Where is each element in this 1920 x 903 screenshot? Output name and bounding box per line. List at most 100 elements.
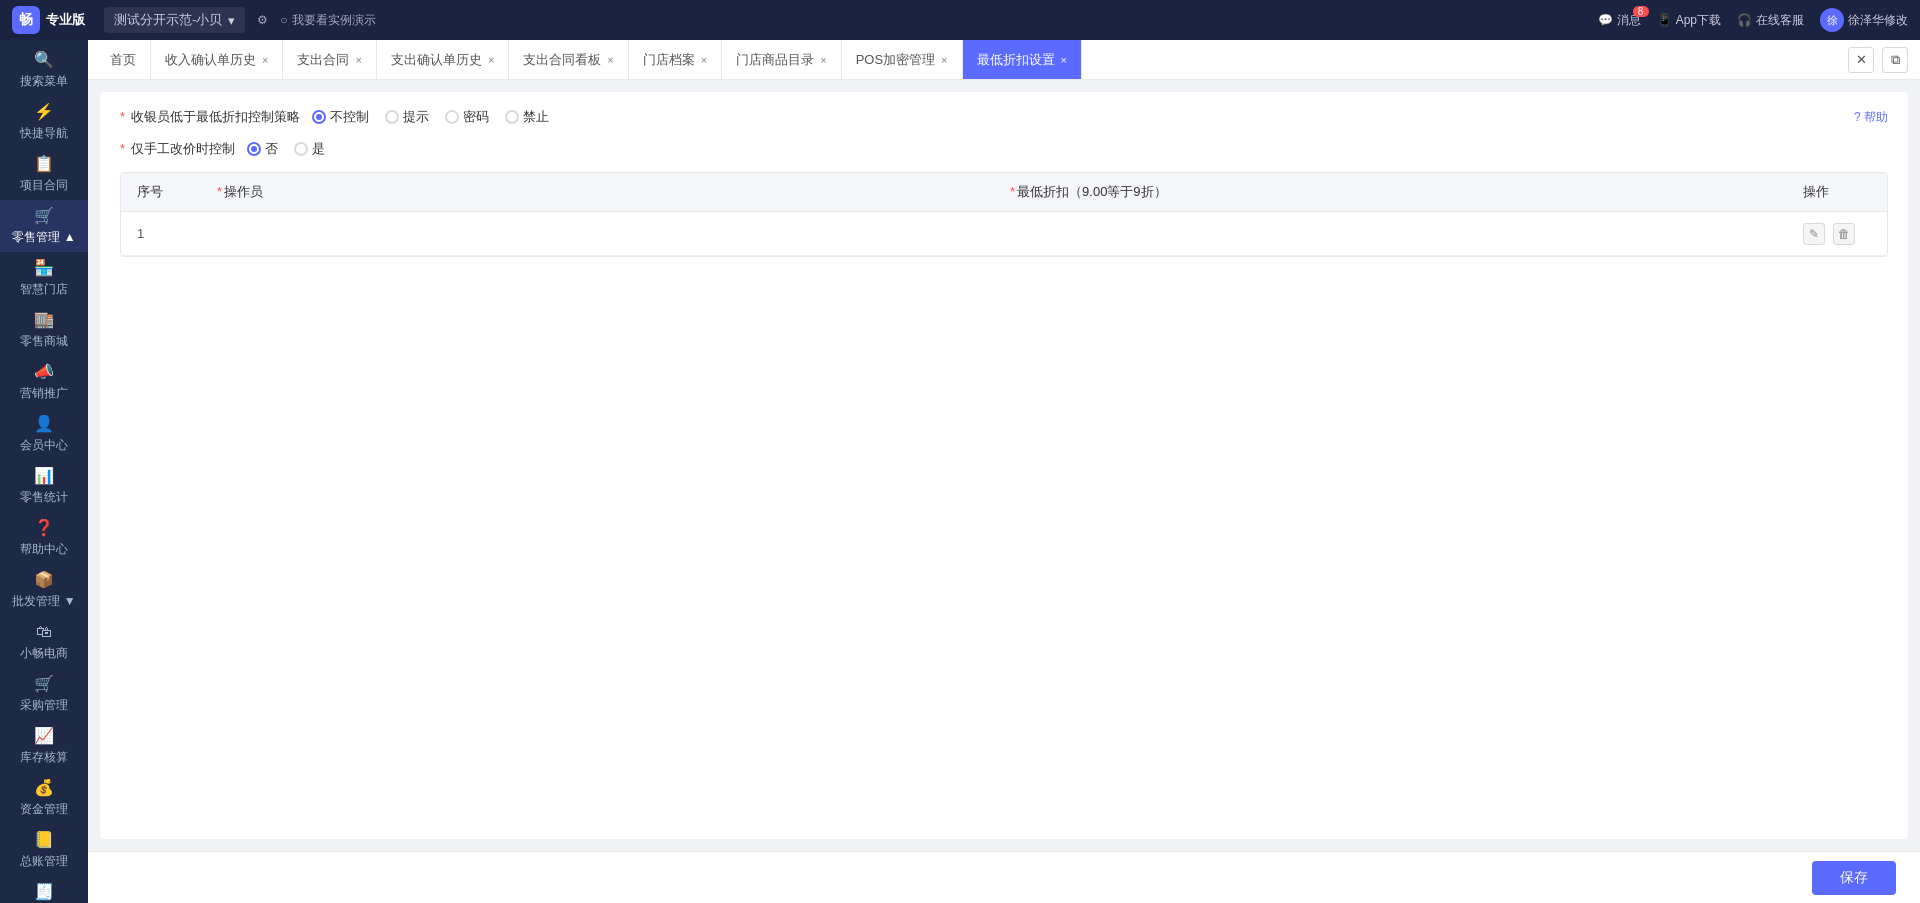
sidebar-item-retail[interactable]: 🛒 零售管理 ▲ [0, 200, 88, 252]
radio-btn-manual-no[interactable] [247, 142, 261, 156]
radio-btn-hint[interactable] [385, 110, 399, 124]
project-selector[interactable]: 测试分开示范-小贝 ▾ [104, 7, 245, 33]
delete-button[interactable]: 🗑 [1833, 223, 1855, 245]
tab-pos-encryption[interactable]: POS加密管理 × [842, 40, 963, 80]
statistics-icon: 📊 [34, 466, 54, 485]
help-icon: ❓ [34, 518, 54, 537]
sidebar-item-mall[interactable]: 🏬 零售商城 [0, 304, 88, 356]
cell-min-discount [994, 226, 1787, 242]
tab-label: 最低折扣设置 [977, 51, 1055, 69]
tab-close-button[interactable]: ✕ [1848, 47, 1874, 73]
radio-btn-no-control[interactable] [312, 110, 326, 124]
sidebar-item-contract[interactable]: 📋 项目合同 [0, 148, 88, 200]
cell-seq: 1 [121, 218, 201, 249]
radio-manual-no[interactable]: 否 [247, 140, 278, 158]
sidebar-item-label: 库存核算 [20, 749, 68, 766]
ledger-icon: 📒 [34, 830, 54, 849]
messages-button[interactable]: 💬 消息 8 [1598, 12, 1641, 29]
sidebar-item-label: 营销推广 [20, 385, 68, 402]
tabbar: 首页 收入确认单历史 × 支出合同 × 支出确认单历史 × 支出合同看板 × 门… [88, 40, 1920, 80]
tab-close-icon[interactable]: × [607, 54, 613, 66]
tab-label: 支出合同 [297, 51, 349, 69]
radio-btn-forbidden[interactable] [505, 110, 519, 124]
contract-icon: 📋 [34, 154, 54, 173]
manual-price-label: * 仅手工改价时控制 [120, 140, 235, 158]
sidebar-item-help[interactable]: ❓ 帮助中心 [0, 512, 88, 564]
search-icon: 🔍 [34, 50, 54, 69]
radio-forbidden[interactable]: 禁止 [505, 108, 549, 126]
main-card: * 收银员低于最低折扣控制策略 不控制 提示 [100, 92, 1908, 839]
tab-label: 门店商品目录 [736, 51, 814, 69]
tab-label: POS加密管理 [856, 51, 935, 69]
project-name: 测试分开示范-小贝 [114, 11, 222, 29]
sidebar-item-label: 零售统计 [20, 489, 68, 506]
operators-table: 序号 *操作员 *最低折扣（9.00等于9折） 操作 1 [120, 172, 1888, 257]
app-download-button[interactable]: 📱 App下载 [1657, 12, 1721, 29]
user-menu[interactable]: 徐 徐泽华修改 [1820, 8, 1908, 32]
radio-manual-yes[interactable]: 是 [294, 140, 325, 158]
tab-maximize-button[interactable]: ⧉ [1882, 47, 1908, 73]
tab-close-icon[interactable]: × [262, 54, 268, 66]
tab-label: 收入确认单历史 [165, 51, 256, 69]
tab-close-icon[interactable]: × [820, 54, 826, 66]
radio-hint[interactable]: 提示 [385, 108, 429, 126]
col-operator: *操作员 [201, 173, 994, 211]
tab-store-products[interactable]: 门店商品目录 × [722, 40, 841, 80]
cell-operator [201, 226, 994, 242]
sidebar-item-label: 帮助中心 [20, 541, 68, 558]
tab-expenditure-contract[interactable]: 支出合同 × [283, 40, 376, 80]
sidebar-item-smart-store[interactable]: 🏪 智慧门店 [0, 252, 88, 304]
chevron-down-icon: ▾ [228, 13, 235, 28]
tab-home[interactable]: 首页 [96, 40, 151, 80]
download-icon: 📱 [1657, 13, 1672, 27]
sidebar-item-statistics[interactable]: 📊 零售统计 [0, 460, 88, 512]
tab-close-icon[interactable]: × [701, 54, 707, 66]
sidebar-item-search[interactable]: 🔍 搜索菜单 [0, 44, 88, 96]
sidebar-item-finance[interactable]: 💰 资金管理 [0, 772, 88, 824]
cell-action: ✎ 🗑 [1787, 215, 1887, 253]
sidebar-item-marketing[interactable]: 📣 营销推广 [0, 356, 88, 408]
sidebar-item-label: 采购管理 [20, 697, 68, 714]
sidebar-item-wholesale[interactable]: 📦 批发管理 ▼ [0, 564, 88, 616]
tab-close-icon[interactable]: × [941, 54, 947, 66]
tab-expenditure-board[interactable]: 支出合同看板 × [509, 40, 628, 80]
sidebar-item-inventory[interactable]: 📈 库存核算 [0, 720, 88, 772]
page-content: * 收银员低于最低折扣控制策略 不控制 提示 [88, 80, 1920, 851]
tab-store-archive[interactable]: 门店档案 × [629, 40, 722, 80]
settings-button[interactable]: ⚙ [257, 13, 268, 27]
demo-link[interactable]: ○ 我要看实例演示 [280, 12, 375, 29]
tab-close-icon[interactable]: × [488, 54, 494, 66]
ecommerce-icon: 🛍 [36, 623, 52, 641]
inventory-icon: 📈 [34, 726, 54, 745]
sidebar-item-label: 零售商城 [20, 333, 68, 350]
wholesale-icon: 📦 [34, 570, 54, 589]
finance-icon: 💰 [34, 778, 54, 797]
save-bar: 保存 [88, 851, 1920, 903]
tab-close-icon[interactable]: × [1061, 54, 1067, 66]
sidebar-item-ledger[interactable]: 📒 总账管理 [0, 824, 88, 876]
sidebar-item-invoice[interactable]: 🧾 发票管理 [0, 876, 88, 903]
sidebar-item-label: 总账管理 [20, 853, 68, 870]
online-support-button[interactable]: 🎧 在线客服 [1737, 12, 1804, 29]
save-button[interactable]: 保存 [1812, 861, 1896, 895]
sidebar-item-label: 批发管理 ▼ [12, 593, 75, 610]
tab-income-history[interactable]: 收入确认单历史 × [151, 40, 283, 80]
tab-expenditure-history[interactable]: 支出确认单历史 × [377, 40, 509, 80]
edit-button[interactable]: ✎ [1803, 223, 1825, 245]
sidebar-item-nav[interactable]: ⚡ 快捷导航 [0, 96, 88, 148]
sidebar-item-label: 零售管理 ▲ [12, 229, 75, 246]
help-link[interactable]: ? 帮助 [1854, 109, 1888, 126]
main-layout: 🔍 搜索菜单 ⚡ 快捷导航 📋 项目合同 🛒 零售管理 ▲ 🏪 智慧门店 🏬 零… [0, 40, 1920, 903]
logo-text: 专业版 [46, 11, 85, 29]
tab-min-discount[interactable]: 最低折扣设置 × [963, 40, 1082, 80]
messages-badge: 8 [1633, 6, 1649, 17]
sidebar-item-label: 项目合同 [20, 177, 68, 194]
radio-btn-manual-yes[interactable] [294, 142, 308, 156]
sidebar-item-ecommerce[interactable]: 🛍 小畅电商 [0, 616, 88, 668]
radio-btn-password[interactable] [445, 110, 459, 124]
sidebar-item-purchase[interactable]: 🛒 采购管理 [0, 668, 88, 720]
radio-password[interactable]: 密码 [445, 108, 489, 126]
radio-no-control[interactable]: 不控制 [312, 108, 369, 126]
tab-close-icon[interactable]: × [355, 54, 361, 66]
sidebar-item-member[interactable]: 👤 会员中心 [0, 408, 88, 460]
